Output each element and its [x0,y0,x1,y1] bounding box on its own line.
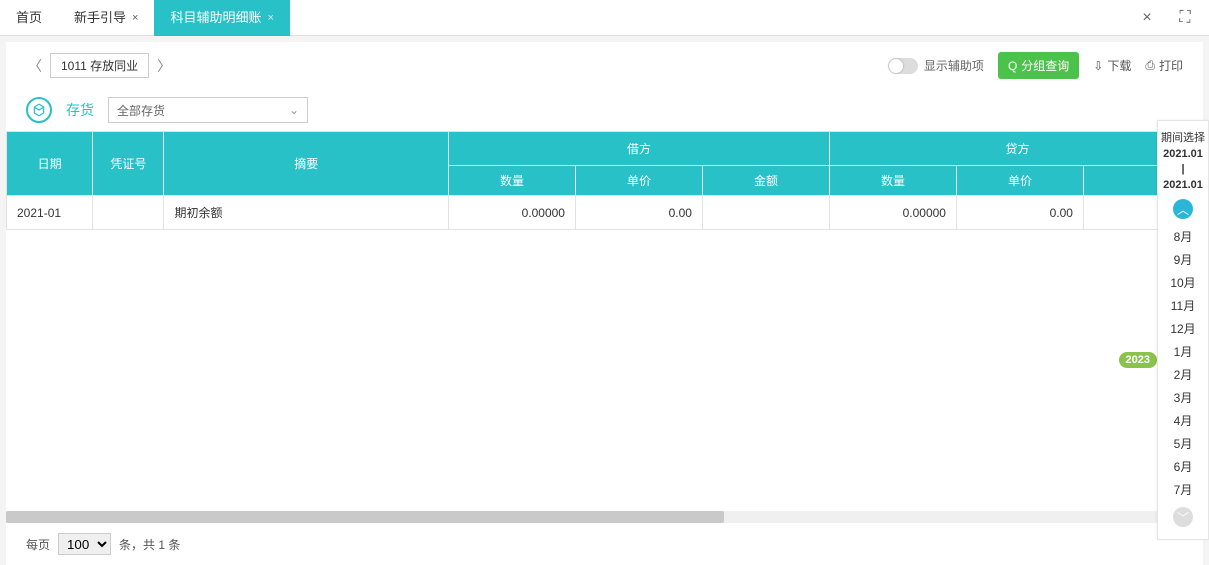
period-month[interactable]: 11月 [1158,294,1208,317]
col-credit-price: 单价 [956,166,1083,196]
period-sep: | [1158,162,1208,177]
col-debit-price: 单价 [575,166,702,196]
col-summary: 摘要 [164,132,449,196]
select-value: 全部存货 [117,102,165,119]
download-icon: ⇩ [1093,59,1103,73]
pagination-total: 条，共 1 条 [119,536,180,553]
horizontal-scrollbar[interactable] [6,511,1203,523]
show-aux-label: 显示辅助项 [924,57,984,74]
button-label: 分组查询 [1021,57,1069,74]
period-month[interactable]: 2月 [1158,363,1208,386]
period-from: 2021.01 [1158,147,1208,162]
period-month[interactable]: 1月 [1158,340,1208,363]
close-icon[interactable]: × [267,0,273,36]
col-debit-group: 借方 [448,132,829,166]
col-credit-group: 贷方 [829,132,1203,166]
period-month[interactable]: 7月 [1158,478,1208,501]
period-month[interactable]: 10月 [1158,271,1208,294]
subject-selector[interactable]: 1011 存放同业 [50,53,149,78]
inventory-icon [26,97,52,123]
year-badge: 2023 [1119,352,1157,368]
period-month[interactable]: 6月 [1158,455,1208,478]
download-button[interactable]: ⇩ 下载 [1093,57,1131,74]
fullscreen-icon[interactable]: ⛶ [1171,4,1199,32]
period-month[interactable]: 3月 [1158,386,1208,409]
tab-label: 新手引导 [74,0,126,36]
tab-guide[interactable]: 新手引导× [58,0,154,36]
period-to: 2021.01 [1158,178,1208,193]
close-icon[interactable]: × [132,0,138,36]
tab-label: 首页 [16,0,42,36]
filter-label: 存货 [66,100,94,120]
per-page-label: 每页 [26,536,50,553]
tab-home[interactable]: 首页 [0,0,58,36]
pagination: 每页 100 条，共 1 条 [6,523,1203,565]
next-subject-button[interactable]: 〉 [155,57,173,75]
col-credit-qty: 数量 [829,166,956,196]
chevron-down-icon: ⌄ [289,103,299,117]
group-query-button[interactable]: Q 分组查询 [998,52,1079,79]
scrollbar-thumb[interactable] [6,511,724,523]
period-title: 期间选择 [1158,127,1208,147]
period-month[interactable]: 8月 [1158,225,1208,248]
col-voucher: 凭证号 [93,132,164,196]
search-icon: Q [1008,59,1017,73]
col-debit-qty: 数量 [448,166,575,196]
period-month[interactable]: 4月 [1158,409,1208,432]
period-month[interactable]: 5月 [1158,432,1208,455]
button-label: 下载 [1107,57,1131,74]
show-aux-toggle[interactable] [888,58,918,74]
ledger-table-wrap: 日期 凭证号 摘要 借方 贷方 数量 单价 金额 数量 单价 2021-01 [6,131,1203,511]
cell-credit-qty: 0.00000 [829,196,956,230]
close-all-icon[interactable]: × [1133,4,1161,32]
period-month[interactable]: 12月 [1158,317,1208,340]
cell-credit-price: 0.00 [956,196,1083,230]
tab-subject-ledger[interactable]: 科目辅助明细账× [154,0,289,36]
print-icon: ⎙ [1145,58,1155,73]
table-row[interactable]: 2021-01 期初余额 0.00000 0.00 0.00000 0.00 [7,196,1204,230]
cell-debit-price: 0.00 [575,196,702,230]
period-down-button[interactable]: ﹀ [1173,507,1193,527]
inventory-select[interactable]: 全部存货 ⌄ [108,97,308,123]
cell-date: 2021-01 [7,196,93,230]
filter-row: 存货 全部存货 ⌄ [6,89,1203,131]
tab-label: 科目辅助明细账 [170,0,261,36]
button-label: 打印 [1159,57,1183,74]
period-up-button[interactable]: ︿ [1173,199,1193,219]
cell-summary: 期初余额 [164,196,449,230]
col-debit-amount: 金额 [702,166,829,196]
print-button[interactable]: ⎙ 打印 [1145,57,1183,74]
cell-debit-qty: 0.00000 [448,196,575,230]
prev-subject-button[interactable]: 〈 [26,57,44,75]
period-month[interactable]: 9月 [1158,248,1208,271]
ledger-table: 日期 凭证号 摘要 借方 贷方 数量 单价 金额 数量 单价 2021-01 [6,131,1203,230]
cell-debit-amount [702,196,829,230]
period-panel: 期间选择 2021.01 | 2021.01 ︿ 8月 9月 10月 11月 1… [1157,120,1209,540]
cell-voucher [93,196,164,230]
toolbar: 〈 1011 存放同业 〉 显示辅助项 Q 分组查询 ⇩ 下载 ⎙ 打印 [6,42,1203,89]
col-date: 日期 [7,132,93,196]
tabs-bar: 首页 新手引导× 科目辅助明细账× × ⛶ [0,0,1209,36]
